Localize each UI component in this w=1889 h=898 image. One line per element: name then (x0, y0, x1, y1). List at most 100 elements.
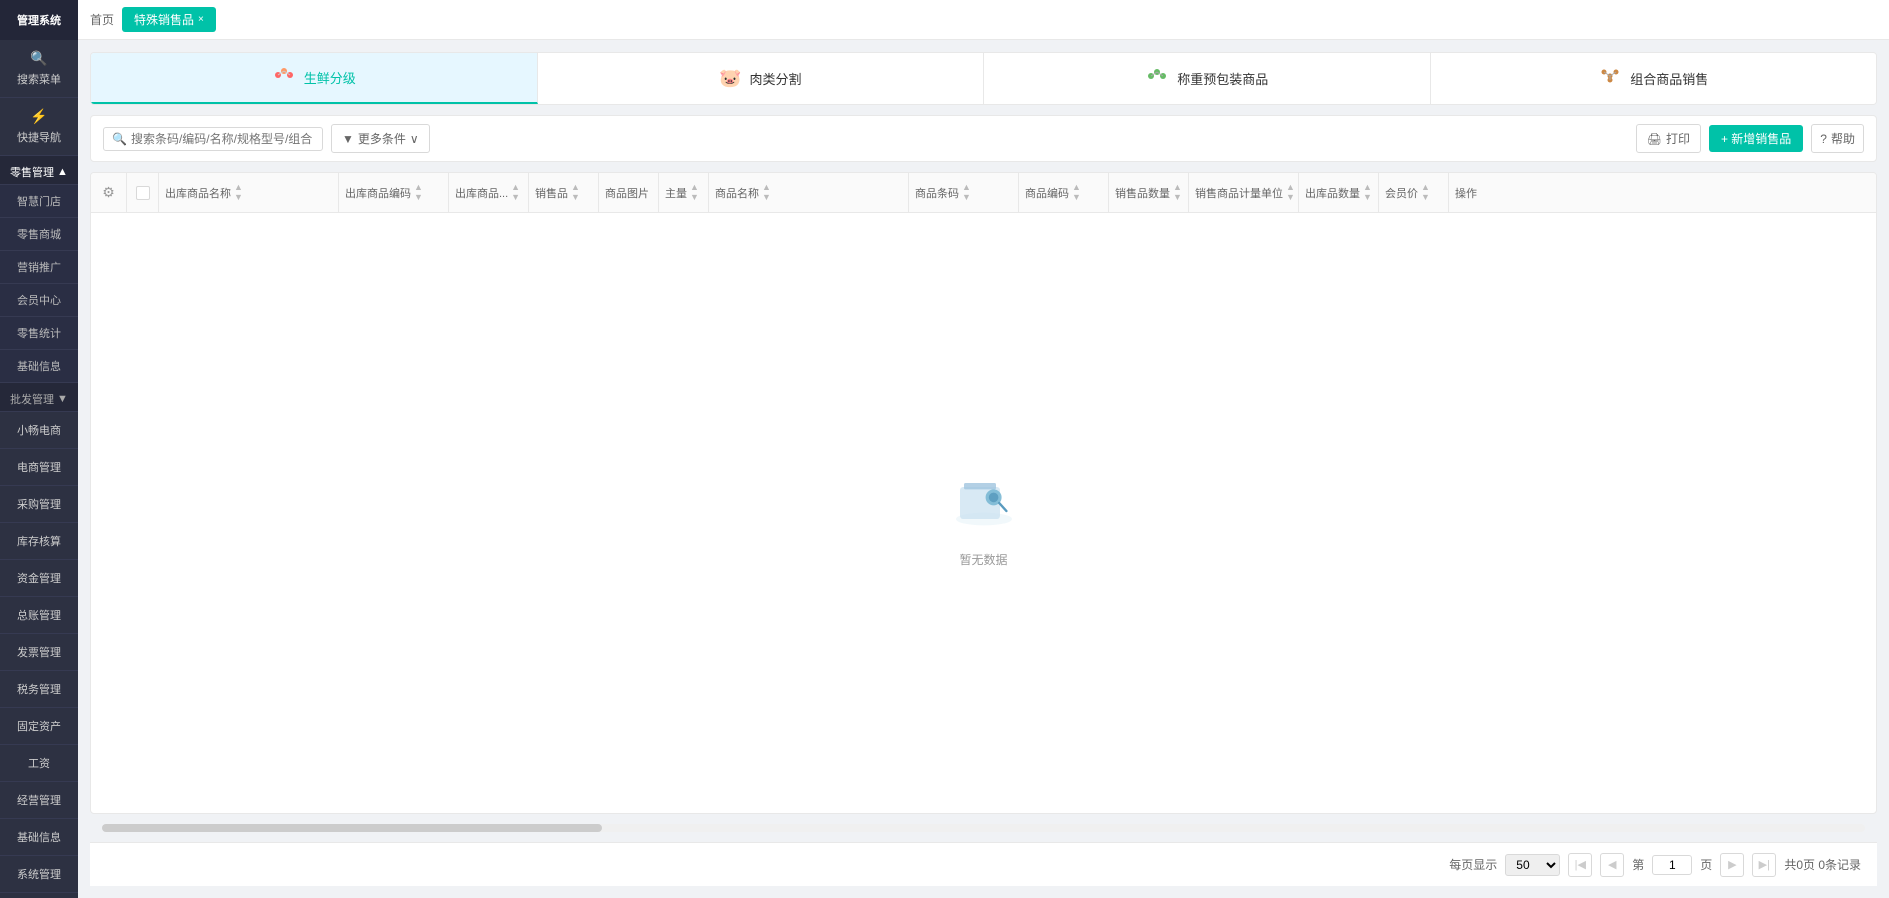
sort-icon[interactable]: ▲▼ (762, 183, 771, 202)
column-settings-icon[interactable]: ⚙ (102, 184, 115, 201)
sidebar-section-wholesale[interactable]: 批发管理 ▼ (0, 383, 78, 412)
th-img: 商品图片 (599, 173, 659, 212)
print-button[interactable]: 🖨 打印 (1636, 124, 1701, 153)
sidebar-item-fixed-assets[interactable]: 固定资产 (0, 708, 78, 745)
members-label: 会员中心 (17, 295, 61, 307)
sidebar-item-marketing[interactable]: 营销推广 (0, 251, 78, 284)
combo-sale-label: 组合商品销售 (1630, 69, 1708, 88)
new-product-button[interactable]: + 新增销售品 (1709, 125, 1803, 152)
sidebar-item-operations[interactable]: 经营管理 (0, 782, 78, 819)
sort-icon[interactable]: ▲▼ (511, 183, 520, 202)
active-tab-label: 特殊销售品 (134, 11, 194, 28)
search-box[interactable]: 🔍 (103, 127, 323, 151)
sort-icon[interactable]: ▲▼ (690, 183, 699, 202)
sort-icon[interactable]: ▲▼ (571, 183, 580, 202)
topbar: 首页 特殊销售品 × (78, 0, 1889, 40)
sidebar-item-members[interactable]: 会员中心 (0, 284, 78, 317)
cat-tab-fresh-grade[interactable]: 生鲜分级 (91, 53, 538, 104)
th-price: 会员价 ▲▼ (1379, 173, 1449, 212)
sidebar-item-general-ledger[interactable]: 总账管理 (0, 597, 78, 634)
sort-icon[interactable]: ▲▼ (234, 183, 243, 202)
help-button[interactable]: ? 帮助 (1811, 124, 1864, 153)
page-content: 生鲜分级 🐷 肉类分割 称重预包装商品 (78, 40, 1889, 898)
search-input[interactable] (131, 132, 314, 146)
marketing-label: 营销推广 (17, 262, 61, 274)
toolbar-left: 🔍 ▼ 更多条件 ∨ (103, 124, 430, 153)
table-header: ⚙ 出库商品名称 ▲▼ 出库商品编码 ▲▼ 出库商品... ▲▼ (91, 173, 1876, 213)
sidebar-item-retail-stats[interactable]: 零售统计 (0, 317, 78, 350)
wholesale-label: 批发管理 (10, 391, 54, 407)
filter-button[interactable]: ▼ 更多条件 ∨ (331, 124, 430, 153)
sidebar-item-basic-info2[interactable]: 基础信息 (0, 819, 78, 856)
th-good-name-label: 商品名称 (715, 185, 759, 201)
category-tabs: 生鲜分级 🐷 肉类分割 称重预包装商品 (90, 52, 1877, 105)
first-page-button[interactable]: |◀ (1568, 853, 1592, 877)
tab-close-button[interactable]: × (198, 14, 204, 25)
empty-text: 暂无数据 (959, 551, 1007, 568)
th-out-code: 出库商品编码 ▲▼ (339, 173, 449, 212)
cat-tab-meat-cut[interactable]: 🐷 肉类分割 (538, 53, 985, 104)
search-menu-icon: 🔍 (30, 50, 47, 67)
sidebar-item-quick-nav[interactable]: ⚡ 快捷导航 (0, 98, 78, 156)
pagination: 每页显示 50 10 20 100 |◀ ◀ 第 页 ▶ ▶| 共0页 0条记录 (90, 842, 1877, 886)
filter-arrow: ∨ (410, 132, 419, 146)
retail-stats-label: 零售统计 (17, 328, 61, 340)
sidebar-item-wages[interactable]: 工资 (0, 745, 78, 782)
sidebar-item-smart-store[interactable]: 智慧门店 (0, 185, 78, 218)
home-breadcrumb[interactable]: 首页 (90, 11, 114, 28)
basic-info2-label: 基础信息 (17, 829, 61, 845)
scrollbar-thumb[interactable] (102, 824, 602, 832)
sidebar-item-basic-info[interactable]: 基础信息 (0, 350, 78, 383)
page-number-input[interactable] (1652, 855, 1692, 875)
select-all-checkbox[interactable] (136, 186, 150, 200)
sidebar-item-retail-mall[interactable]: 零售商城 (0, 218, 78, 251)
page-size-select[interactable]: 50 10 20 100 (1505, 854, 1560, 876)
th-sale-qty: 销售品数量 ▲▼ (1109, 173, 1189, 212)
last-page-button[interactable]: ▶| (1752, 853, 1776, 877)
sort-icon[interactable]: ▲▼ (1173, 183, 1182, 202)
th-unit: 销售商品计量单位 ▲▼ (1189, 173, 1299, 212)
next-page-button[interactable]: ▶ (1720, 853, 1744, 877)
sort-icon[interactable]: ▲▼ (414, 183, 423, 202)
th-main-label: 主量 (665, 185, 687, 201)
sidebar-item-inventory[interactable]: 库存核算 (0, 523, 78, 560)
cat-tab-combo-sale[interactable]: 组合商品销售 (1431, 53, 1877, 104)
th-sale-qty-label: 销售品数量 (1115, 185, 1170, 201)
sort-icon[interactable]: ▲▼ (1421, 183, 1430, 202)
th-settings[interactable]: ⚙ (91, 173, 127, 212)
sidebar-logo: 管理系统 (0, 0, 78, 40)
sidebar-item-enterprise[interactable]: 企业协同 (0, 893, 78, 898)
th-barcode-label: 商品条码 (915, 185, 959, 201)
expand-icon: ▲ (57, 166, 68, 178)
system-label: 系统管理 (17, 866, 61, 882)
active-tab[interactable]: 特殊销售品 × (122, 7, 216, 32)
sort-icon[interactable]: ▲▼ (1286, 183, 1295, 202)
th-sale-label: 销售品 (535, 185, 568, 201)
toolbar-right: 🖨 打印 + 新增销售品 ? 帮助 (1636, 124, 1864, 153)
sidebar-item-tax[interactable]: 税务管理 (0, 671, 78, 708)
sidebar-item-search-menu[interactable]: 🔍 搜索菜单 (0, 40, 78, 98)
meat-cut-icon: 🐷 (719, 68, 741, 89)
sidebar-item-purchase[interactable]: 采购管理 (0, 486, 78, 523)
sidebar-item-mini-store[interactable]: 小畅电商 (0, 412, 78, 449)
sort-icon[interactable]: ▲▼ (962, 183, 971, 202)
sort-icon[interactable]: ▲▼ (1363, 183, 1372, 202)
sidebar-item-ecommerce[interactable]: 电商管理 (0, 449, 78, 486)
prev-page-button[interactable]: ◀ (1600, 853, 1624, 877)
th-sku-label: 商品编码 (1025, 185, 1069, 201)
sidebar-item-label: 搜索菜单 (17, 71, 61, 87)
sidebar-item-system[interactable]: 系统管理 (0, 856, 78, 893)
th-main: 主量 ▲▼ (659, 173, 709, 212)
cat-tab-weigh-pkg[interactable]: 称重预包装商品 (984, 53, 1431, 104)
sidebar-item-finance[interactable]: 资金管理 (0, 560, 78, 597)
horizontal-scrollbar[interactable] (102, 824, 1865, 832)
empty-state-icon (944, 459, 1024, 539)
th-check[interactable] (127, 173, 159, 212)
sidebar-item-invoice[interactable]: 发票管理 (0, 634, 78, 671)
quick-nav-icon: ⚡ (30, 108, 47, 125)
th-out-item: 出库商品... ▲▼ (449, 173, 529, 212)
sidebar-section-retail[interactable]: 零售管理 ▲ (0, 156, 78, 185)
smart-store-label: 智慧门店 (17, 196, 61, 208)
basic-info-label: 基础信息 (17, 361, 61, 373)
sort-icon[interactable]: ▲▼ (1072, 183, 1081, 202)
